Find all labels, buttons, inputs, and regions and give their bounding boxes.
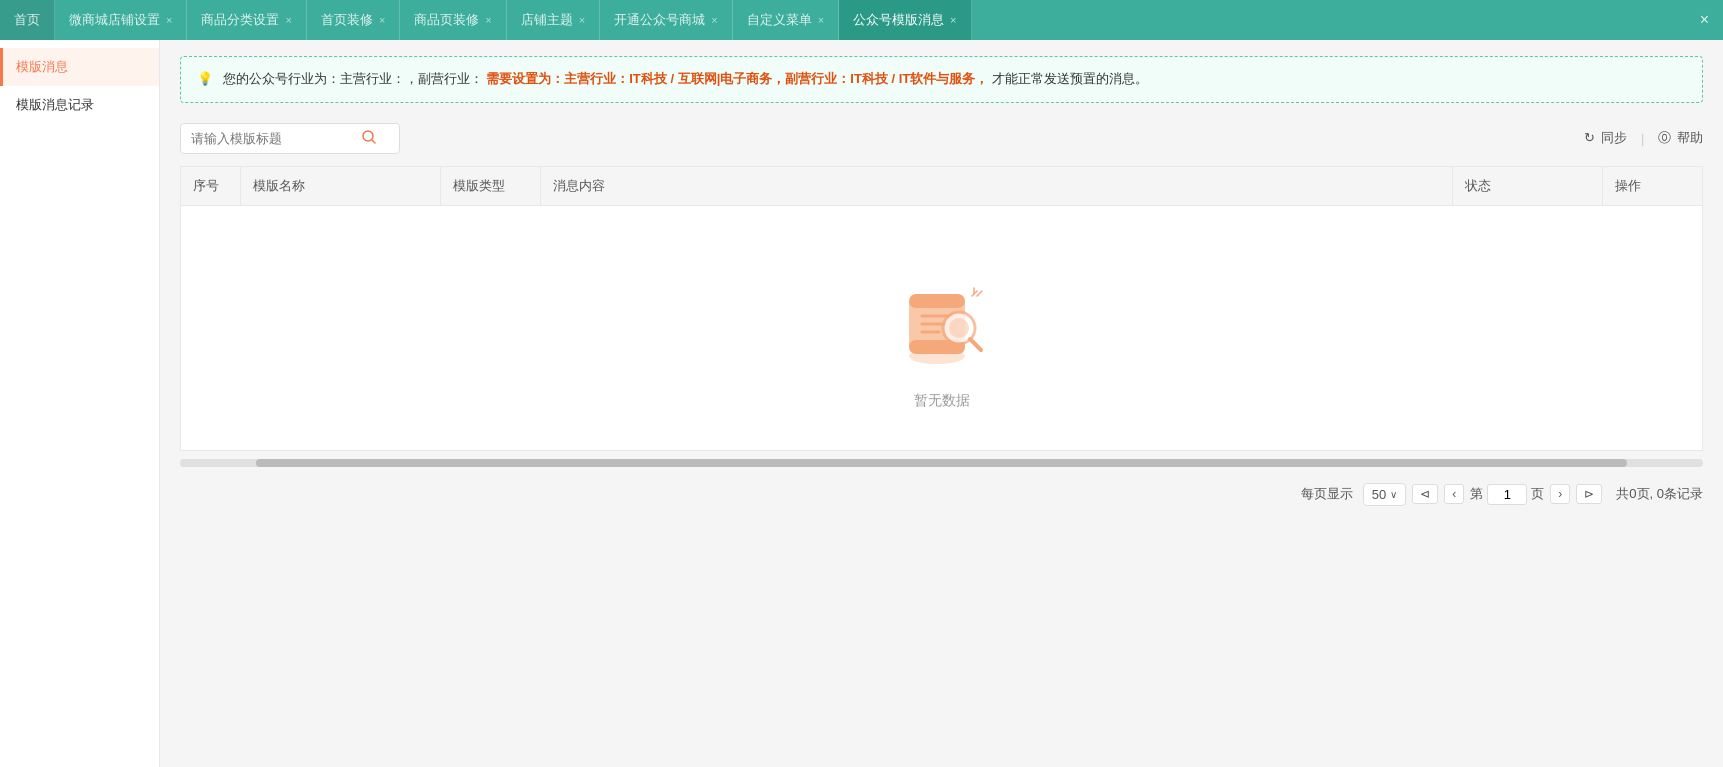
col-header-name: 模版名称 xyxy=(241,166,441,205)
sidebar-item-template-log-label: 模版消息记录 xyxy=(16,97,94,112)
col-name-label: 模版名称 xyxy=(253,178,305,193)
horizontal-scrollbar[interactable] xyxy=(180,459,1703,467)
col-action-label: 操作 xyxy=(1615,178,1641,193)
table-header: 序号 模版名称 模版类型 消息内容 状态 操作 xyxy=(181,166,1703,205)
page-size-select[interactable]: 50 ∨ xyxy=(1363,483,1406,506)
tab-custommenu[interactable]: 自定义菜单 × xyxy=(733,0,839,40)
svg-line-11 xyxy=(970,339,981,350)
notice-highlight: 需要设置为：主营行业：IT科技 / 互联网|电子商务，副营行业：IT科技 / I… xyxy=(486,71,988,86)
tab-template[interactable]: 公众号模版消息 × xyxy=(839,0,971,40)
col-seq-label: 序号 xyxy=(193,178,219,193)
tab-theme-close[interactable]: × xyxy=(579,14,585,26)
tab-bar-close-button[interactable]: × xyxy=(1686,11,1723,29)
tab-bar: 首页 微商城店铺设置 × 商品分类设置 × 首页装修 × 商品页装修 × 店铺主… xyxy=(0,0,1723,40)
col-status-label: 状态 xyxy=(1465,178,1491,193)
page-size-value: 50 xyxy=(1372,487,1386,502)
sync-button[interactable]: ↻ 同步 xyxy=(1584,129,1627,147)
svg-rect-4 xyxy=(909,294,965,308)
page-first-button[interactable]: ⊲ xyxy=(1412,484,1438,504)
notice-suffix: 才能正常发送预置的消息。 xyxy=(992,71,1148,86)
tab-mall-close[interactable]: × xyxy=(711,14,717,26)
data-table: 序号 模版名称 模版类型 消息内容 状态 操作 xyxy=(180,166,1703,451)
tab-weshop-close[interactable]: × xyxy=(166,14,172,26)
svg-line-13 xyxy=(977,291,982,296)
scrollbar-track xyxy=(256,459,1627,467)
pagination: 每页显示 50 ∨ ⊲ ‹ 第 页 › ⊳ 共0页, 0条记录 xyxy=(180,475,1703,510)
col-header-type: 模版类型 xyxy=(441,166,541,205)
page-size-label: 每页显示 xyxy=(1301,485,1353,503)
sidebar-item-template-log[interactable]: 模版消息记录 xyxy=(0,86,159,124)
tab-product[interactable]: 商品页装修 × xyxy=(400,0,506,40)
tab-homepage[interactable]: 首页装修 × xyxy=(307,0,400,40)
page-input-wrap: 第 页 xyxy=(1470,484,1544,505)
help-icon: ⓪ xyxy=(1658,130,1671,145)
notice-icon: 💡 xyxy=(197,71,213,86)
svg-line-1 xyxy=(372,140,375,143)
tab-homepage-label: 首页装修 xyxy=(321,11,373,29)
table-body: 暂无数据 xyxy=(181,205,1703,450)
page-next-button[interactable]: › xyxy=(1550,484,1570,504)
search-icon[interactable] xyxy=(361,129,377,148)
content-area: 💡 您的公众号行业为：主营行业：，副营行业： 需要设置为：主营行业：IT科技 /… xyxy=(160,40,1723,767)
empty-state-text: 暂无数据 xyxy=(914,392,970,410)
tab-home-label: 首页 xyxy=(14,11,40,29)
tab-homepage-close[interactable]: × xyxy=(379,14,385,26)
tab-home[interactable]: 首页 xyxy=(0,0,55,40)
tab-weshop-label: 微商城店铺设置 xyxy=(69,11,160,29)
sidebar-item-template-msg[interactable]: 模版消息 xyxy=(0,48,159,86)
page-last-button[interactable]: ⊳ xyxy=(1576,484,1602,504)
tab-custommenu-close[interactable]: × xyxy=(818,14,824,26)
page-word: 第 xyxy=(1470,485,1483,503)
tab-weshop[interactable]: 微商城店铺设置 × xyxy=(55,0,187,40)
chevron-down-icon: ∨ xyxy=(1390,489,1397,500)
tab-template-label: 公众号模版消息 xyxy=(853,11,944,29)
search-input-wrap[interactable] xyxy=(180,123,400,154)
tab-category-label: 商品分类设置 xyxy=(201,11,279,29)
sidebar: 模版消息 模版消息记录 xyxy=(0,40,160,767)
search-bar: ↻ 同步 | ⓪ 帮助 xyxy=(180,123,1703,154)
svg-point-10 xyxy=(949,318,969,338)
col-header-seq: 序号 xyxy=(181,166,241,205)
tab-theme-label: 店铺主题 xyxy=(521,11,573,29)
help-label: 帮助 xyxy=(1677,130,1703,145)
page-unit: 页 xyxy=(1531,485,1544,503)
empty-state-icon xyxy=(887,266,997,376)
tab-mall-label: 开通公众号商城 xyxy=(614,11,705,29)
col-content-label: 消息内容 xyxy=(553,178,605,193)
main-layout: 模版消息 模版消息记录 💡 您的公众号行业为：主营行业：，副营行业： 需要设置为… xyxy=(0,40,1723,767)
sidebar-item-template-msg-label: 模版消息 xyxy=(16,59,68,74)
empty-state: 暂无数据 xyxy=(181,206,1702,450)
tab-mall[interactable]: 开通公众号商城 × xyxy=(600,0,732,40)
sync-label: 同步 xyxy=(1601,130,1627,145)
col-header-content: 消息内容 xyxy=(541,166,1453,205)
page-number-input[interactable] xyxy=(1487,484,1527,505)
tab-product-close[interactable]: × xyxy=(485,14,491,26)
tab-template-close[interactable]: × xyxy=(950,14,956,26)
tab-theme[interactable]: 店铺主题 × xyxy=(507,0,600,40)
help-button[interactable]: ⓪ 帮助 xyxy=(1658,129,1703,147)
col-type-label: 模版类型 xyxy=(453,178,505,193)
search-input[interactable] xyxy=(191,131,361,146)
page-prev-button[interactable]: ‹ xyxy=(1444,484,1464,504)
col-header-action: 操作 xyxy=(1603,166,1703,205)
total-info: 共0页, 0条记录 xyxy=(1616,485,1703,503)
tab-product-label: 商品页装修 xyxy=(414,11,479,29)
tab-category[interactable]: 商品分类设置 × xyxy=(187,0,306,40)
tab-category-close[interactable]: × xyxy=(285,14,291,26)
tab-custommenu-label: 自定义菜单 xyxy=(747,11,812,29)
notice-banner: 💡 您的公众号行业为：主营行业：，副营行业： 需要设置为：主营行业：IT科技 /… xyxy=(180,56,1703,103)
divider: | xyxy=(1641,131,1644,146)
search-actions: ↻ 同步 | ⓪ 帮助 xyxy=(1584,129,1703,147)
col-header-status: 状态 xyxy=(1453,166,1603,205)
notice-prefix: 您的公众号行业为：主营行业：，副营行业： xyxy=(223,71,483,86)
sync-icon: ↻ xyxy=(1584,130,1595,145)
